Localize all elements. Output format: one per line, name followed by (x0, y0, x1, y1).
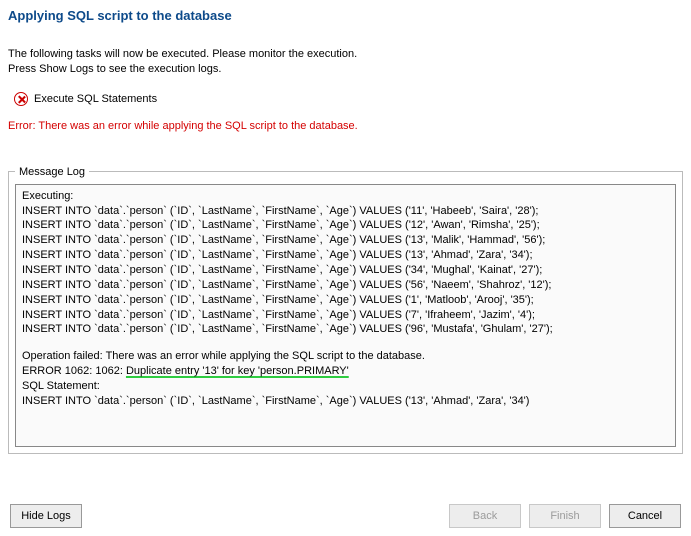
task-row: Execute SQL Statements (14, 92, 683, 106)
error-summary: Error: There was an error while applying… (8, 120, 683, 132)
log-stmt: INSERT INTO `data`.`person` (`ID`, `Last… (22, 248, 669, 263)
intro-text: The following tasks will now be executed… (8, 47, 683, 78)
log-error-prefix: ERROR 1062: 1062: (22, 365, 126, 377)
message-log-fieldset: Message Log Executing: INSERT INTO `data… (8, 166, 683, 454)
log-stmt: INSERT INTO `data`.`person` (`ID`, `Last… (22, 204, 669, 219)
log-fail-line: Operation failed: There was an error whi… (22, 349, 669, 364)
log-stmt: INSERT INTO `data`.`person` (`ID`, `Last… (22, 278, 669, 293)
finish-button: Finish (529, 504, 601, 528)
error-icon (14, 92, 28, 106)
log-stmt: INSERT INTO `data`.`person` (`ID`, `Last… (22, 293, 669, 308)
back-button: Back (449, 504, 521, 528)
cancel-button[interactable]: Cancel (609, 504, 681, 528)
log-stmt: INSERT INTO `data`.`person` (`ID`, `Last… (22, 263, 669, 278)
log-stmt: INSERT INTO `data`.`person` (`ID`, `Last… (22, 308, 669, 323)
log-exec-label: Executing: (22, 189, 669, 204)
hide-logs-button[interactable]: Hide Logs (10, 504, 82, 528)
message-log-legend: Message Log (15, 166, 89, 178)
message-log-textarea[interactable]: Executing: INSERT INTO `data`.`person` (… (15, 184, 676, 447)
intro-line-1: The following tasks will now be executed… (8, 47, 683, 62)
footer: Hide Logs Back Finish Cancel (0, 504, 691, 528)
log-stmt: INSERT INTO `data`.`person` (`ID`, `Last… (22, 218, 669, 233)
page-title: Applying SQL script to the database (8, 8, 683, 23)
log-error-line: ERROR 1062: 1062: Duplicate entry '13' f… (22, 364, 669, 379)
task-label: Execute SQL Statements (34, 93, 157, 105)
intro-line-2: Press Show Logs to see the execution log… (8, 62, 683, 77)
log-stmt: INSERT INTO `data`.`person` (`ID`, `Last… (22, 233, 669, 248)
log-stmt: INSERT INTO `data`.`person` (`ID`, `Last… (22, 322, 669, 337)
log-sqlstmt-label: SQL Statement: (22, 379, 669, 394)
log-failed-stmt: INSERT INTO `data`.`person` (`ID`, `Last… (22, 394, 669, 409)
log-error-underlined: Duplicate entry '13' for key 'person.PRI… (126, 365, 349, 377)
